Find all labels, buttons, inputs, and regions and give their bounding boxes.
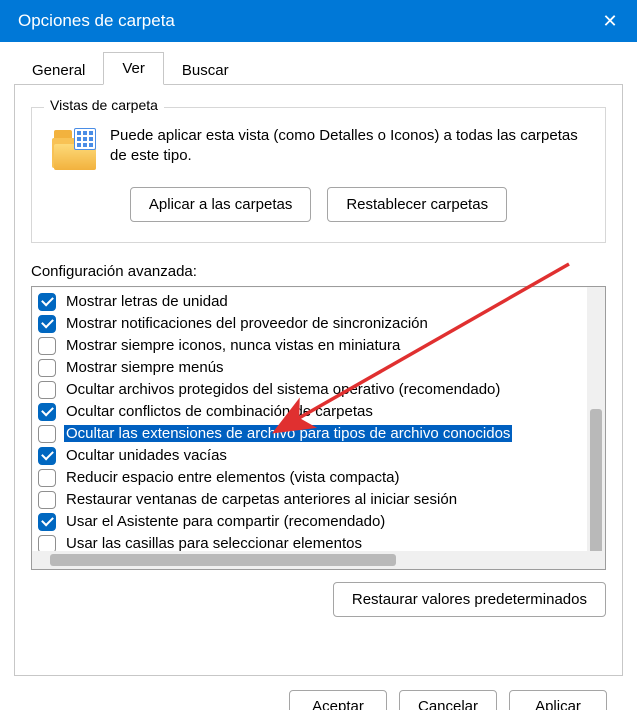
tab-ver[interactable]: Ver: [103, 52, 164, 85]
group-title: Vistas de carpeta: [44, 97, 164, 113]
vertical-scroll-thumb[interactable]: [590, 409, 602, 559]
reset-folders-button[interactable]: Restablecer carpetas: [327, 187, 507, 222]
checkbox[interactable]: [38, 513, 56, 531]
list-item-label: Mostrar letras de unidad: [64, 293, 230, 310]
list-item-label: Ocultar conflictos de combinación de car…: [64, 403, 375, 420]
restore-defaults-button[interactable]: Restaurar valores predeterminados: [333, 582, 606, 617]
vertical-scrollbar[interactable]: [587, 287, 605, 551]
horizontal-scroll-thumb[interactable]: [50, 554, 396, 566]
list-item[interactable]: Reducir espacio entre elementos (vista c…: [38, 467, 587, 489]
window-title: Opciones de carpeta: [18, 11, 175, 31]
tabpage-ver: Vistas de carpeta Puede aplicar esta vis…: [14, 84, 623, 676]
tab-general[interactable]: General: [14, 56, 103, 85]
list-item-label: Ocultar unidades vacías: [64, 447, 229, 464]
checkbox[interactable]: [38, 491, 56, 509]
group-text: Puede aplicar esta vista (como Detalles …: [110, 126, 585, 167]
list-item-label: Restaurar ventanas de carpetas anteriore…: [64, 491, 459, 508]
list-item-label: Mostrar siempre iconos, nunca vistas en …: [64, 337, 402, 354]
list-item[interactable]: Mostrar siempre iconos, nunca vistas en …: [38, 335, 587, 357]
checkbox[interactable]: [38, 535, 56, 551]
list-item[interactable]: Mostrar notificaciones del proveedor de …: [38, 313, 587, 335]
folder-icon: [52, 126, 96, 167]
folder-views-group: Vistas de carpeta Puede aplicar esta vis…: [31, 107, 606, 243]
list-item-label: Usar las casillas para seleccionar eleme…: [64, 535, 364, 551]
list-item[interactable]: Mostrar letras de unidad: [38, 291, 587, 313]
scroll-corner: [587, 551, 605, 569]
list-item[interactable]: Usar el Asistente para compartir (recome…: [38, 511, 587, 533]
apply-button[interactable]: Aplicar: [509, 690, 607, 710]
list-item-label: Ocultar las extensiones de archivo para …: [64, 425, 512, 442]
list-item[interactable]: Ocultar archivos protegidos del sistema …: [38, 379, 587, 401]
list-item-label: Reducir espacio entre elementos (vista c…: [64, 469, 402, 486]
advanced-label: Configuración avanzada:: [31, 263, 606, 280]
dialog-footer: Aceptar Cancelar Aplicar: [14, 676, 623, 710]
advanced-listbox[interactable]: Mostrar letras de unidad Mostrar notifica…: [31, 286, 606, 570]
checkbox[interactable]: [38, 403, 56, 421]
checkbox[interactable]: [38, 469, 56, 487]
checkbox[interactable]: [38, 315, 56, 333]
checkbox[interactable]: [38, 293, 56, 311]
cancel-button[interactable]: Cancelar: [399, 690, 497, 710]
checkbox[interactable]: [38, 337, 56, 355]
tab-strip: General Ver Buscar: [14, 52, 623, 84]
list-item[interactable]: Ocultar unidades vacías: [38, 445, 587, 467]
list-item-label: Mostrar siempre menús: [64, 359, 226, 376]
ok-button[interactable]: Aceptar: [289, 690, 387, 710]
checkbox[interactable]: [38, 359, 56, 377]
apply-to-folders-button[interactable]: Aplicar a las carpetas: [130, 187, 311, 222]
checkbox[interactable]: [38, 425, 56, 443]
list-item[interactable]: Mostrar siempre menús: [38, 357, 587, 379]
list-item-label: Usar el Asistente para compartir (recome…: [64, 513, 387, 530]
list-item[interactable]: Ocultar las extensiones de archivo para …: [38, 423, 587, 445]
tab-buscar[interactable]: Buscar: [164, 56, 247, 85]
list-item-label: Mostrar notificaciones del proveedor de …: [64, 315, 430, 332]
close-icon[interactable]: ✕: [595, 11, 625, 32]
list-item[interactable]: Usar las casillas para seleccionar eleme…: [38, 533, 587, 551]
list-item[interactable]: Ocultar conflictos de combinación de car…: [38, 401, 587, 423]
list-item-label: Ocultar archivos protegidos del sistema …: [64, 381, 502, 398]
client-area: General Ver Buscar Vistas de carpeta Pue…: [0, 42, 637, 710]
checkbox[interactable]: [38, 447, 56, 465]
checkbox[interactable]: [38, 381, 56, 399]
list-item[interactable]: Restaurar ventanas de carpetas anteriore…: [38, 489, 587, 511]
titlebar[interactable]: Opciones de carpeta ✕: [0, 0, 637, 42]
horizontal-scrollbar[interactable]: [32, 551, 587, 569]
